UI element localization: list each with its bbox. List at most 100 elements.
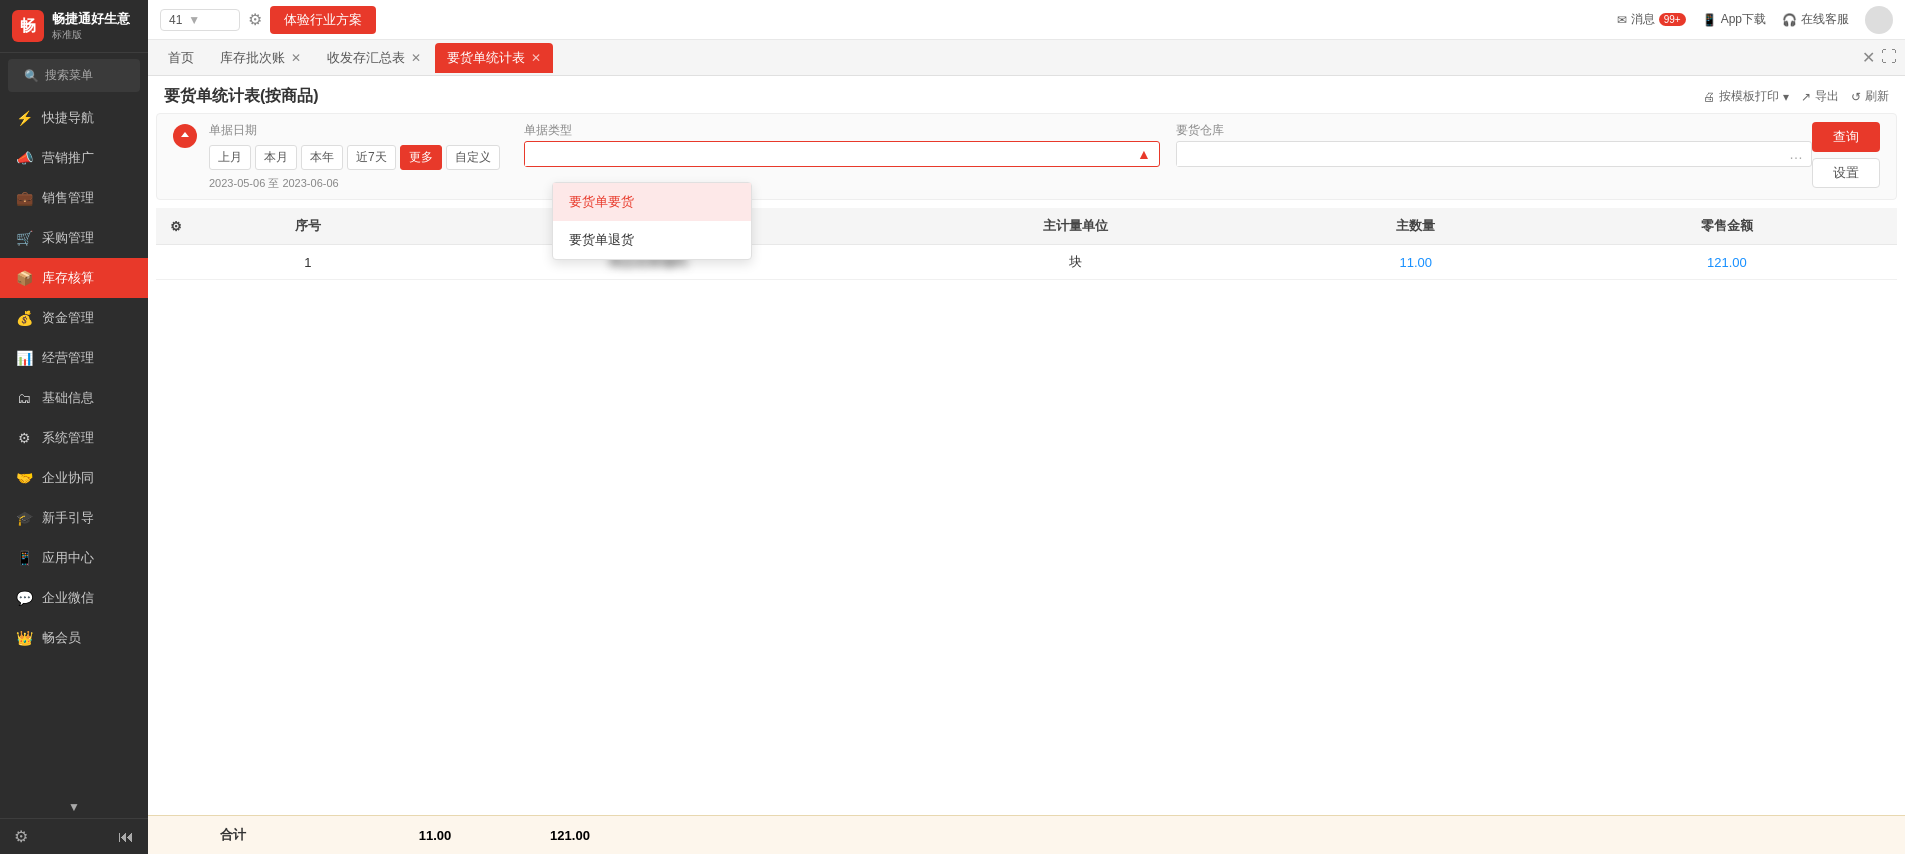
topbar-left: 41 ▼ ⚙ 体验行业方案 — [160, 6, 376, 34]
sidebar-item-enterprise[interactable]: 🤝 企业协同 — [0, 458, 148, 498]
svg-marker-0 — [181, 132, 189, 137]
tab-home[interactable]: 首页 — [156, 43, 206, 73]
topbar-settings-icon[interactable]: ⚙ — [248, 10, 262, 29]
warehouse-input[interactable] — [1177, 143, 1781, 166]
col-amount: 零售金额 — [1557, 208, 1897, 245]
expand-tabs-icon[interactable]: ⛶ — [1881, 48, 1897, 67]
dropdown-item-order-goods[interactable]: 要货单要货 — [553, 183, 751, 221]
inventory-icon: 📦 — [14, 268, 34, 288]
app-download-button[interactable]: 📱 App下载 — [1702, 11, 1766, 28]
table-footer: 合计 11.00 121.00 — [148, 815, 1905, 854]
col-no: 序号 — [196, 208, 420, 245]
sidebar-item-system[interactable]: ⚙ 系统管理 — [0, 418, 148, 458]
col-settings[interactable]: ⚙ — [156, 208, 196, 245]
setting-button[interactable]: 设置 — [1812, 158, 1880, 188]
table-container: ⚙ 序号 商品 主计量单位 主数量 零售金额 1 商品名称编码 — [156, 208, 1897, 815]
page-header-actions: 🖨 按模板打印 ▾ ↗ 导出 ↺ 刷新 — [1703, 88, 1889, 105]
quick-nav-icon: ⚡ — [14, 108, 34, 128]
tab-receive-summary[interactable]: 收发存汇总表 ✕ — [315, 43, 433, 73]
this-month-btn[interactable]: 本月 — [255, 145, 297, 170]
online-service-button[interactable]: 🎧 在线客服 — [1782, 11, 1849, 28]
date-label: 单据日期 — [209, 122, 500, 139]
close-tab-receive[interactable]: ✕ — [411, 51, 421, 65]
warehouse-input-wrap: … — [1176, 141, 1812, 167]
sidebar-item-wechat[interactable]: 💬 企业微信 — [0, 578, 148, 618]
sidebar-item-quick-nav[interactable]: ⚡ 快捷导航 — [0, 98, 148, 138]
sidebar-item-guide[interactable]: 🎓 新手引导 — [0, 498, 148, 538]
type-label: 单据类型 — [524, 122, 1160, 139]
type-filter-group: 单据类型 ▲ — [524, 122, 1160, 167]
custom-date-btn[interactable]: 自定义 — [446, 145, 500, 170]
filter-expand-button[interactable] — [173, 124, 197, 148]
type-dropdown: 要货单要货 要货单退货 — [552, 182, 752, 260]
page-title: 要货单统计表(按商品) — [164, 86, 319, 107]
wechat-icon: 💬 — [14, 588, 34, 608]
date-filter-group: 单据日期 上月 本月 本年 近7天 更多 自定义 2023-05-06 至 20… — [209, 122, 500, 191]
date-range-display: 2023-05-06 至 2023-06-06 — [209, 176, 500, 191]
refresh-icon: ↺ — [1851, 90, 1861, 104]
company-selector[interactable]: 41 ▼ — [160, 9, 240, 31]
avatar[interactable] — [1865, 6, 1893, 34]
sidebar-item-inventory[interactable]: 📦 库存核算 — [0, 258, 148, 298]
col-unit: 主计量单位 — [876, 208, 1274, 245]
sidebar-item-member[interactable]: 👑 畅会员 — [0, 618, 148, 658]
footer-amount: 121.00 — [510, 828, 630, 843]
filter-action-buttons: 查询 设置 — [1812, 122, 1880, 188]
system-icon: ⚙ — [14, 428, 34, 448]
template-print-button[interactable]: 🖨 按模板打印 ▾ — [1703, 88, 1789, 105]
close-all-icon[interactable]: ✕ — [1862, 48, 1875, 67]
message-icon: ✉ — [1617, 13, 1627, 27]
scroll-down-button[interactable]: ▼ — [68, 800, 80, 814]
tabbar-actions: ✕ ⛶ — [1862, 48, 1897, 67]
sidebar-item-basic-info[interactable]: 🗂 基础信息 — [0, 378, 148, 418]
tab-batch-account[interactable]: 库存批次账 ✕ — [208, 43, 313, 73]
table-row: 1 商品名称编码 块 11.00 121.00 — [156, 245, 1897, 280]
topbar: 41 ▼ ⚙ 体验行业方案 ✉ 消息 99+ 📱 App下载 🎧 在线客服 — [148, 0, 1905, 40]
cell-quantity[interactable]: 11.00 — [1275, 245, 1557, 280]
page-content: 要货单统计表(按商品) 🖨 按模板打印 ▾ ↗ 导出 ↺ 刷新 — [148, 76, 1905, 854]
messages-button[interactable]: ✉ 消息 99+ — [1617, 11, 1686, 28]
headset-icon: 🎧 — [1782, 13, 1797, 27]
export-button[interactable]: ↗ 导出 — [1801, 88, 1839, 105]
dropdown-item-order-return[interactable]: 要货单退货 — [553, 221, 751, 259]
close-tab-batch[interactable]: ✕ — [291, 51, 301, 65]
sidebar-search[interactable]: 🔍 搜索菜单 — [8, 59, 140, 92]
this-year-btn[interactable]: 本年 — [301, 145, 343, 170]
sidebar-item-app-center[interactable]: 📱 应用中心 — [0, 538, 148, 578]
refresh-button[interactable]: ↺ 刷新 — [1851, 88, 1889, 105]
prev-month-btn[interactable]: 上月 — [209, 145, 251, 170]
type-input[interactable] — [525, 143, 1129, 166]
basic-info-icon: 🗂 — [14, 388, 34, 408]
sidebar-item-purchase[interactable]: 🛒 采购管理 — [0, 218, 148, 258]
sales-icon: 💼 — [14, 188, 34, 208]
filter-bar: 单据日期 上月 本月 本年 近7天 更多 自定义 2023-05-06 至 20… — [156, 113, 1897, 200]
more-dates-btn[interactable]: 更多 — [400, 145, 442, 170]
collapse-icon[interactable]: ⏮ — [118, 828, 134, 846]
page-header: 要货单统计表(按商品) 🖨 按模板打印 ▾ ↗ 导出 ↺ 刷新 — [148, 76, 1905, 113]
logo-text: 畅捷通好生意 标准版 — [52, 11, 130, 41]
sidebar-item-operations[interactable]: 📊 经营管理 — [0, 338, 148, 378]
warehouse-filter-group: 要货仓库 … — [1176, 122, 1812, 167]
sidebar-item-marketing[interactable]: 📣 营销推广 — [0, 138, 148, 178]
app-center-icon: 📱 — [14, 548, 34, 568]
close-tab-order[interactable]: ✕ — [531, 51, 541, 65]
last-7-days-btn[interactable]: 近7天 — [347, 145, 396, 170]
sidebar: 畅 畅捷通好生意 标准版 🔍 搜索菜单 ⚡ 快捷导航 📣 营销推广 💼 销售管理… — [0, 0, 148, 854]
type-dropdown-toggle[interactable]: ▲ — [1129, 142, 1159, 166]
warehouse-more-icon[interactable]: … — [1781, 142, 1811, 166]
guide-icon: 🎓 — [14, 508, 34, 528]
tabbar: 首页 库存批次账 ✕ 收发存汇总表 ✕ 要货单统计表 ✕ ✕ ⛶ — [148, 40, 1905, 76]
purchase-icon: 🛒 — [14, 228, 34, 248]
sidebar-item-sales[interactable]: 💼 销售管理 — [0, 178, 148, 218]
warehouse-label: 要货仓库 — [1176, 122, 1812, 139]
export-icon: ↗ — [1801, 90, 1811, 104]
tab-order-stats[interactable]: 要货单统计表 ✕ — [435, 43, 553, 73]
query-button[interactable]: 查询 — [1812, 122, 1880, 152]
trial-button[interactable]: 体验行业方案 — [270, 6, 376, 34]
sidebar-item-finance[interactable]: 💰 资金管理 — [0, 298, 148, 338]
cell-amount[interactable]: 121.00 — [1557, 245, 1897, 280]
chevron-down-icon: ▾ — [1783, 90, 1789, 104]
sidebar-logo: 畅 畅捷通好生意 标准版 — [0, 0, 148, 53]
table-settings-icon: ⚙ — [170, 219, 182, 234]
settings-icon[interactable]: ⚙ — [14, 827, 28, 846]
